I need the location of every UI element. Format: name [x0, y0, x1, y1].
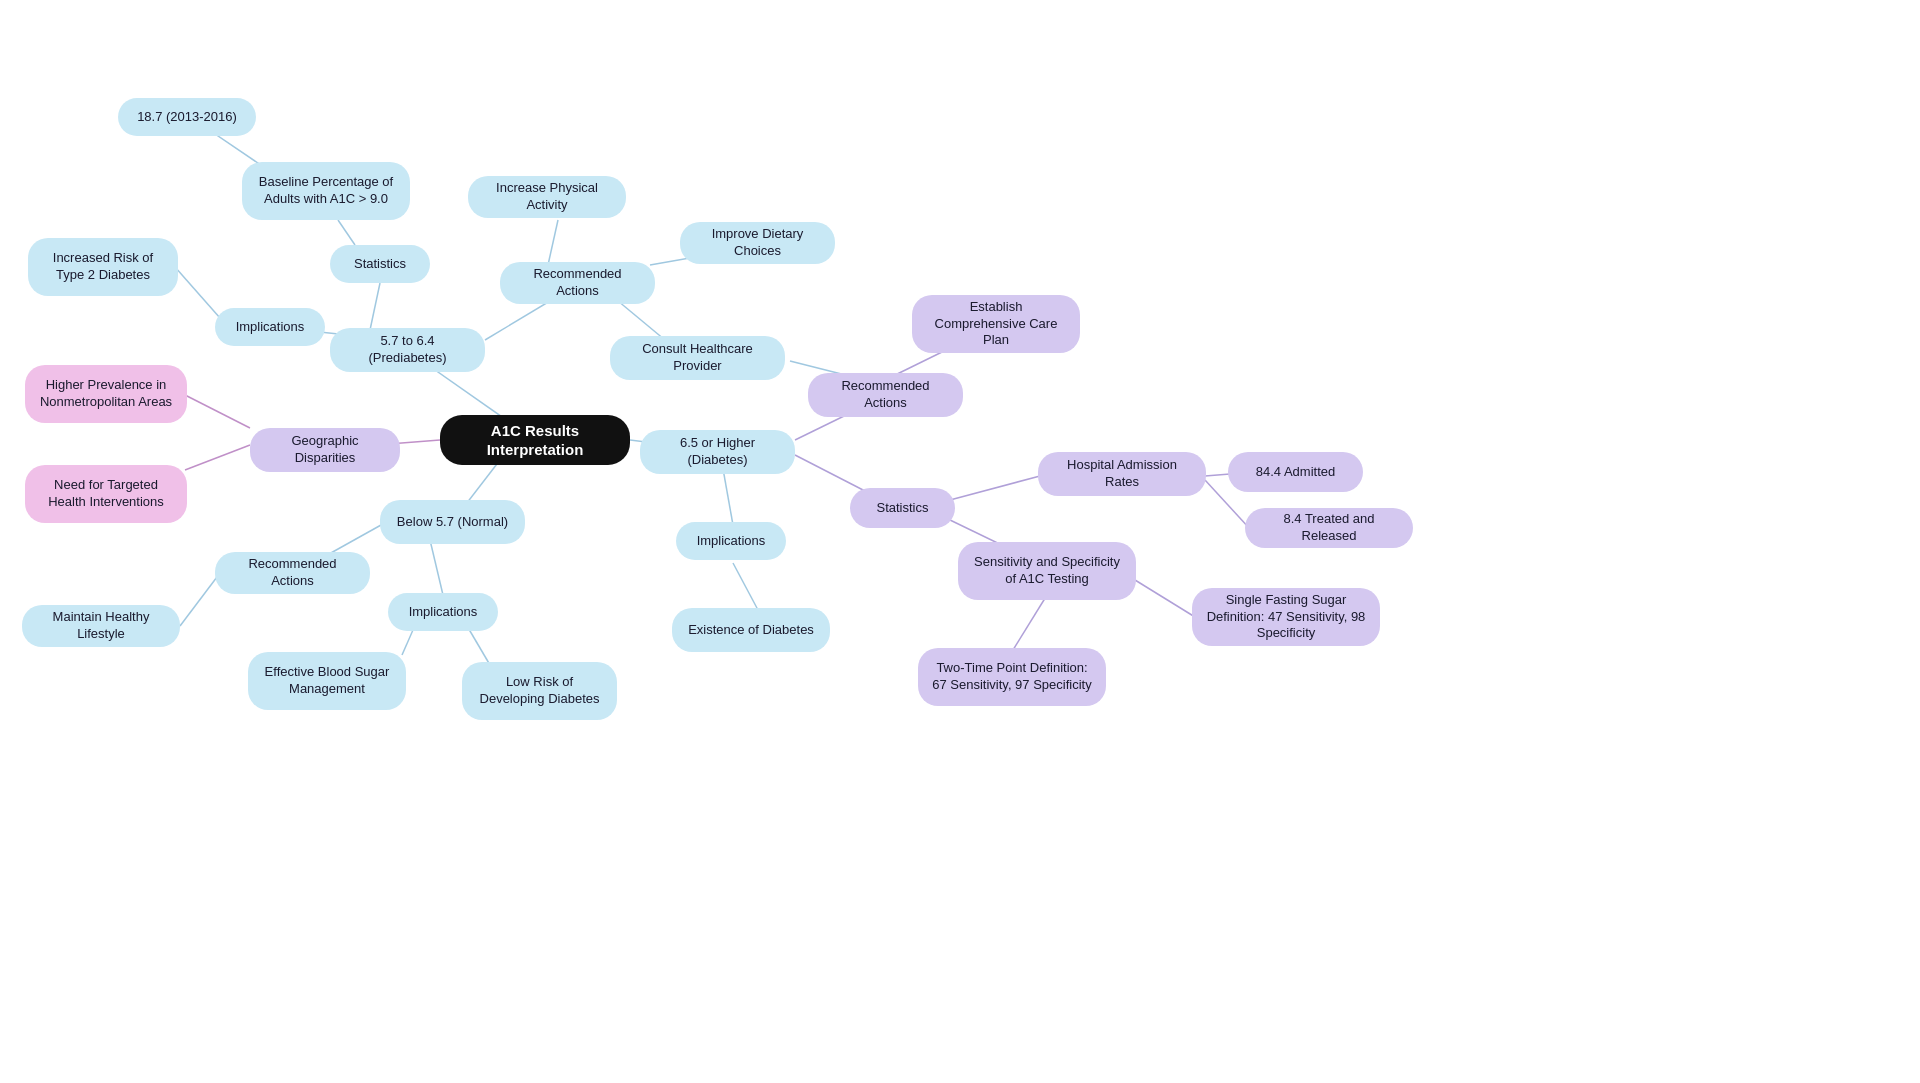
- geo-disparities-node: Geographic Disparities: [250, 428, 400, 472]
- recommended-pre-node: Recommended Actions: [500, 262, 655, 304]
- higher-prevalence-node: Higher Prevalence in Nonmetropolitan Are…: [25, 365, 187, 423]
- prediabetes-node: 5.7 to 6.4 (Prediabetes): [330, 328, 485, 372]
- sensitivity-spec-node: Sensitivity and Specificity of A1C Testi…: [958, 542, 1136, 600]
- implications-diab-node: Implications: [676, 522, 786, 560]
- treated-released-node: 8.4 Treated and Released: [1245, 508, 1413, 548]
- maintain-healthy-node: Maintain Healthy Lifestyle: [22, 605, 180, 647]
- single-fasting-node: Single Fasting Sugar Definition: 47 Sens…: [1192, 588, 1380, 646]
- low-risk-node: Low Risk of Developing Diabetes: [462, 662, 617, 720]
- increase-physical-node: Increase Physical Activity: [468, 176, 626, 218]
- need-targeted-node: Need for Targeted Health Interventions: [25, 465, 187, 523]
- svg-line-29: [1013, 595, 1047, 650]
- recommended-normal-node: Recommended Actions: [215, 552, 370, 594]
- svg-line-27: [1205, 474, 1230, 476]
- normal-node: Below 5.7 (Normal): [380, 500, 525, 544]
- center-node: A1C Results Interpretation: [440, 415, 630, 465]
- svg-line-17: [180, 573, 220, 626]
- svg-line-7: [338, 220, 355, 245]
- svg-line-30: [1135, 580, 1195, 617]
- consult-node: Consult Healthcare Provider: [610, 336, 785, 380]
- implications-pre-node: Implications: [215, 308, 325, 346]
- svg-line-4: [370, 283, 380, 330]
- effective-blood-node: Effective Blood Sugar Management: [248, 652, 406, 710]
- statistics-pre-node: Statistics: [330, 245, 430, 283]
- svg-line-25: [950, 476, 1040, 500]
- svg-line-16: [430, 540, 443, 595]
- baseline-pct-node: Baseline Percentage of Adults with A1C >…: [242, 162, 410, 220]
- increased-risk-node: Increased Risk of Type 2 Diabetes: [28, 238, 178, 296]
- svg-line-14: [185, 445, 250, 470]
- svg-line-13: [185, 395, 250, 428]
- existence-diabetes-node: Existence of Diabetes: [672, 608, 830, 652]
- establish-care-node: Establish Comprehensive Care Plan: [912, 295, 1080, 353]
- svg-line-9: [175, 267, 220, 318]
- hospital-admission-node: Hospital Admission Rates: [1038, 452, 1206, 496]
- admitted-84-node: 84.4 Admitted: [1228, 452, 1363, 492]
- implications-normal-node: Implications: [388, 593, 498, 631]
- diabetes-node: 6.5 or Higher (Diabetes): [640, 430, 795, 474]
- svg-line-23: [733, 563, 758, 610]
- value-18-7-node: 18.7 (2013-2016): [118, 98, 256, 136]
- two-time-node: Two-Time Point Definition: 67 Sensitivit…: [918, 648, 1106, 706]
- improve-dietary-node: Improve Dietary Choices: [680, 222, 835, 264]
- recommended-diab-node: Recommended Actions: [808, 373, 963, 417]
- svg-line-10: [548, 220, 558, 265]
- statistics-diab-node: Statistics: [850, 488, 955, 528]
